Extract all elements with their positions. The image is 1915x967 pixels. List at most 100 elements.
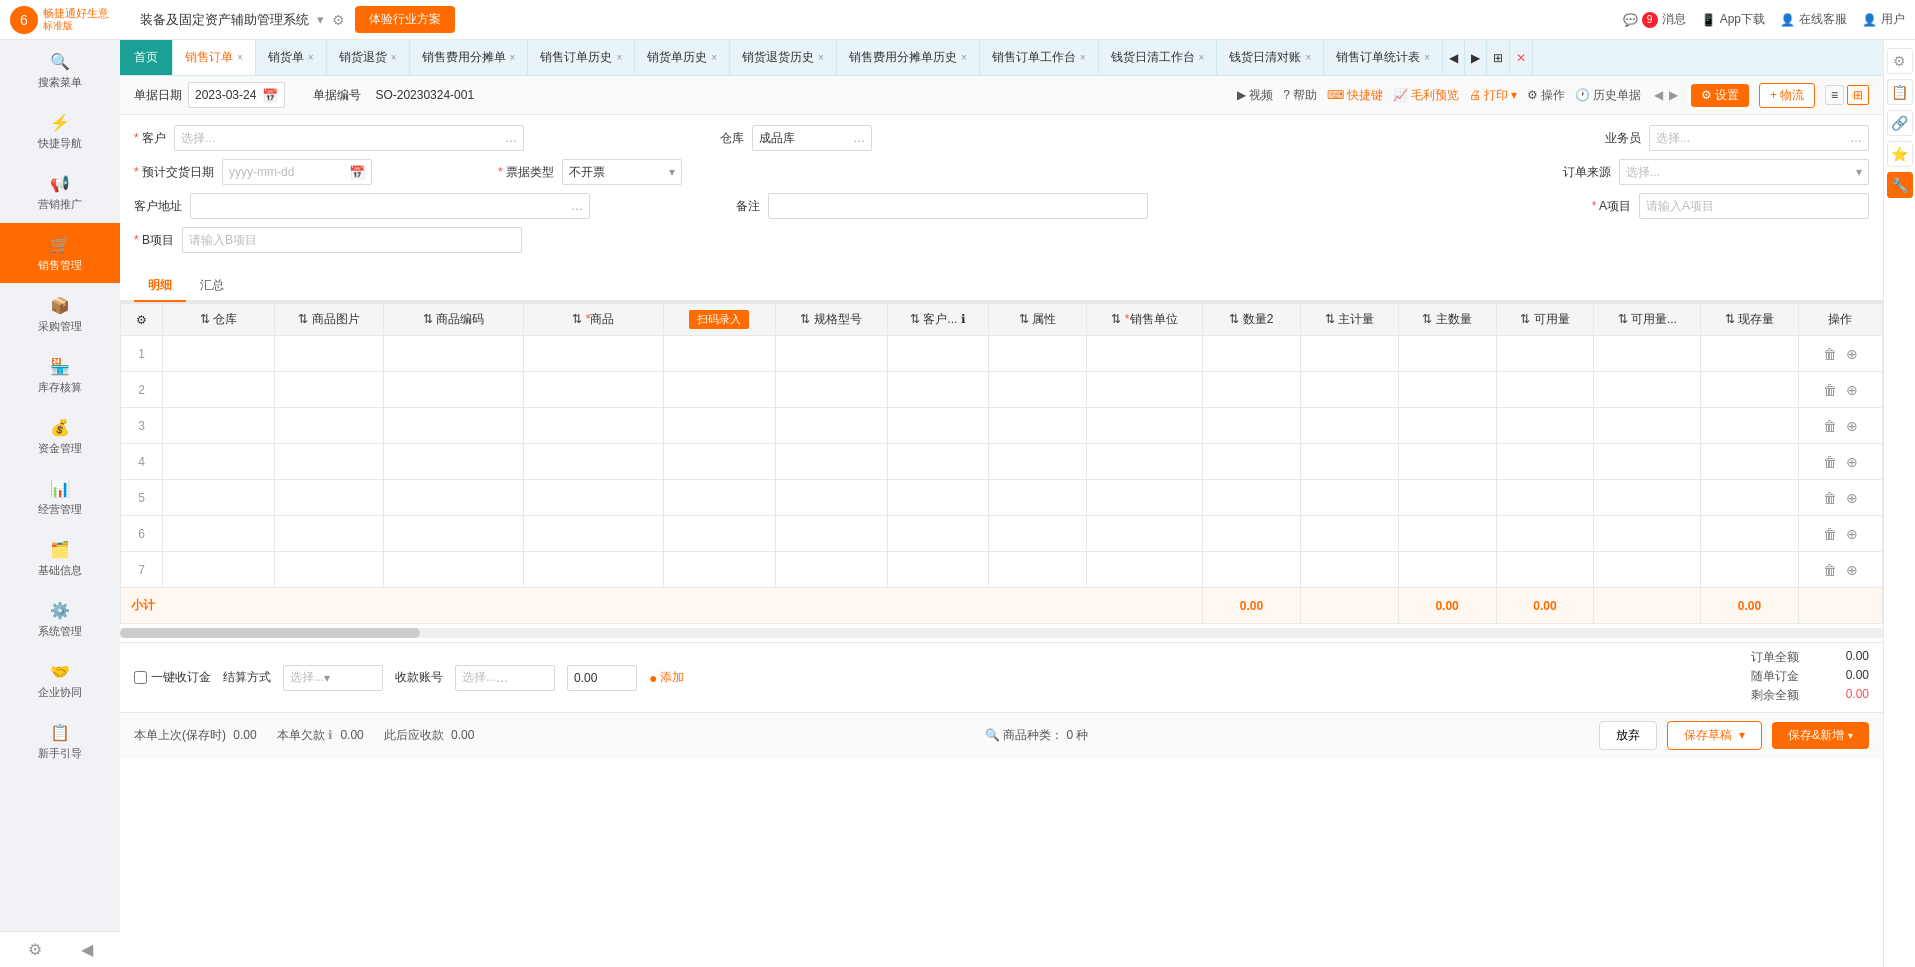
print-btn[interactable]: 🖨 打印 ▾	[1469, 87, 1517, 104]
tab-prev-btn[interactable]: ◀	[1443, 40, 1465, 76]
customer-input[interactable]: 选择... …	[174, 125, 524, 151]
sidebar-item-system[interactable]: ⚙️ 系统管理	[0, 589, 120, 650]
tab-sales-expense-close[interactable]: ×	[510, 52, 516, 63]
table-cell[interactable]	[663, 372, 775, 408]
table-cell[interactable]	[887, 372, 989, 408]
right-settings-btn[interactable]: ⚙	[1887, 48, 1913, 74]
tab-sales-expense-history-close[interactable]: ×	[961, 52, 967, 63]
row-delete-btn[interactable]: 🗑	[1820, 562, 1840, 578]
table-cell[interactable]	[663, 552, 775, 588]
table-cell[interactable]	[1496, 372, 1594, 408]
th-attr[interactable]: ⇅ 属性	[989, 304, 1087, 336]
one-click-label[interactable]: 一键收订金	[134, 669, 211, 686]
table-cell[interactable]	[989, 516, 1087, 552]
table-cell[interactable]	[274, 480, 384, 516]
table-cell[interactable]	[1496, 336, 1594, 372]
table-cell[interactable]	[775, 336, 887, 372]
table-cell[interactable]	[1496, 408, 1594, 444]
table-cell[interactable]	[775, 552, 887, 588]
table-cell[interactable]	[663, 336, 775, 372]
table-cell[interactable]	[1594, 480, 1701, 516]
shortcut-btn[interactable]: ⌨ 快捷键	[1327, 87, 1383, 104]
table-cell[interactable]	[775, 408, 887, 444]
tab-sales-order-close[interactable]: ×	[237, 52, 243, 63]
table-cell[interactable]	[274, 444, 384, 480]
table-cell[interactable]	[1594, 552, 1701, 588]
table-cell[interactable]	[887, 552, 989, 588]
th-spec[interactable]: ⇅ 规格型号	[775, 304, 887, 336]
right-star-btn[interactable]: ⭐	[1887, 141, 1913, 167]
table-cell[interactable]	[1701, 372, 1799, 408]
table-cell[interactable]	[1203, 552, 1301, 588]
table-cell[interactable]	[1300, 336, 1398, 372]
sidebar-item-collab[interactable]: 🤝 企业协同	[0, 650, 120, 711]
customer-address-input[interactable]: …	[190, 193, 590, 219]
table-cell[interactable]	[1086, 516, 1202, 552]
table-cell[interactable]	[1086, 408, 1202, 444]
table-cell[interactable]	[1300, 480, 1398, 516]
help-btn[interactable]: ? 帮助	[1283, 87, 1317, 104]
table-cell[interactable]	[989, 444, 1087, 480]
row-copy-btn[interactable]: ⊕	[1843, 562, 1861, 578]
table-cell[interactable]	[1086, 336, 1202, 372]
th-gear[interactable]: ⚙	[121, 304, 163, 336]
scan-btn[interactable]: 扫码录入	[689, 310, 749, 329]
table-cell[interactable]	[162, 444, 274, 480]
row-delete-btn[interactable]: 🗑	[1820, 490, 1840, 506]
tab-sales-return-close[interactable]: ×	[391, 52, 397, 63]
single-date-input[interactable]: 2023-03-24 📅	[188, 82, 285, 108]
table-cell[interactable]	[887, 480, 989, 516]
tab-more-btn[interactable]: ⊞	[1487, 40, 1510, 76]
tab-sales-return-history[interactable]: 销货退货历史 ×	[730, 40, 837, 76]
table-cell[interactable]	[887, 444, 989, 480]
table-cell[interactable]	[775, 372, 887, 408]
tab-sales-invoice-history[interactable]: 销货单历史 ×	[635, 40, 730, 76]
detail-tab-summary[interactable]: 汇总	[186, 271, 238, 302]
table-cell[interactable]	[775, 516, 887, 552]
table-cell[interactable]	[1398, 336, 1496, 372]
amount-input[interactable]: 0.00	[567, 665, 637, 691]
table-cell[interactable]	[1594, 444, 1701, 480]
tab-sales-order-workspace[interactable]: 销售订单工作台 ×	[980, 40, 1099, 76]
table-cell[interactable]	[1086, 444, 1202, 480]
table-cell[interactable]	[1701, 336, 1799, 372]
warehouse-dots-btn[interactable]: …	[853, 131, 865, 145]
prev-record-btn[interactable]: ◀	[1651, 88, 1666, 102]
sidebar-item-search[interactable]: 🔍 搜索菜单	[0, 40, 120, 101]
table-cell[interactable]	[1086, 552, 1202, 588]
a-project-input[interactable]: 请输入A项目	[1639, 193, 1869, 219]
table-cell[interactable]	[775, 444, 887, 480]
row-copy-btn[interactable]: ⊕	[1843, 382, 1861, 398]
tab-next-btn[interactable]: ▶	[1465, 40, 1487, 76]
table-cell[interactable]	[1300, 552, 1398, 588]
table-cell[interactable]	[1398, 480, 1496, 516]
table-cell[interactable]	[524, 444, 664, 480]
table-cell[interactable]	[1203, 516, 1301, 552]
sidebar-settings-icon[interactable]: ⚙	[28, 940, 42, 959]
table-cell[interactable]	[524, 372, 664, 408]
sidebar-item-guide[interactable]: 📋 新手引导	[0, 711, 120, 772]
view-btn[interactable]: ▶ 视频	[1237, 87, 1273, 104]
table-cell[interactable]	[1701, 516, 1799, 552]
tab-sales-order-workspace-close[interactable]: ×	[1080, 52, 1086, 63]
th-customer-code[interactable]: ⇅ 客户... ℹ	[887, 304, 989, 336]
receipt-account-input[interactable]: 选择... …	[455, 665, 555, 691]
invoice-type-select[interactable]: 不开票 ▾	[562, 159, 682, 185]
online-service-item[interactable]: 👤 在线客服	[1780, 11, 1847, 28]
th-product-code[interactable]: ⇅ 商品编码	[384, 304, 524, 336]
detail-tab-detail[interactable]: 明细	[134, 271, 186, 302]
next-record-btn[interactable]: ▶	[1666, 88, 1681, 102]
tab-close-all-btn[interactable]: ✕	[1510, 40, 1533, 76]
table-cell[interactable]	[274, 552, 384, 588]
industry-solution-button[interactable]: 体验行业方案	[355, 6, 455, 33]
th-available[interactable]: ⇅ 可用量	[1496, 304, 1594, 336]
tab-cash-daily-account[interactable]: 钱货日清对账 ×	[1217, 40, 1324, 76]
sidebar-item-marketing[interactable]: 📢 营销推广	[0, 162, 120, 223]
table-cell[interactable]	[1203, 480, 1301, 516]
app-download-item[interactable]: 📱 App下载	[1701, 11, 1765, 28]
table-cell[interactable]	[1203, 336, 1301, 372]
customer-dots-btn[interactable]: …	[505, 131, 517, 145]
order-source-select[interactable]: 选择... ▾	[1619, 159, 1869, 185]
table-cell[interactable]	[524, 552, 664, 588]
table-cell[interactable]	[1398, 516, 1496, 552]
